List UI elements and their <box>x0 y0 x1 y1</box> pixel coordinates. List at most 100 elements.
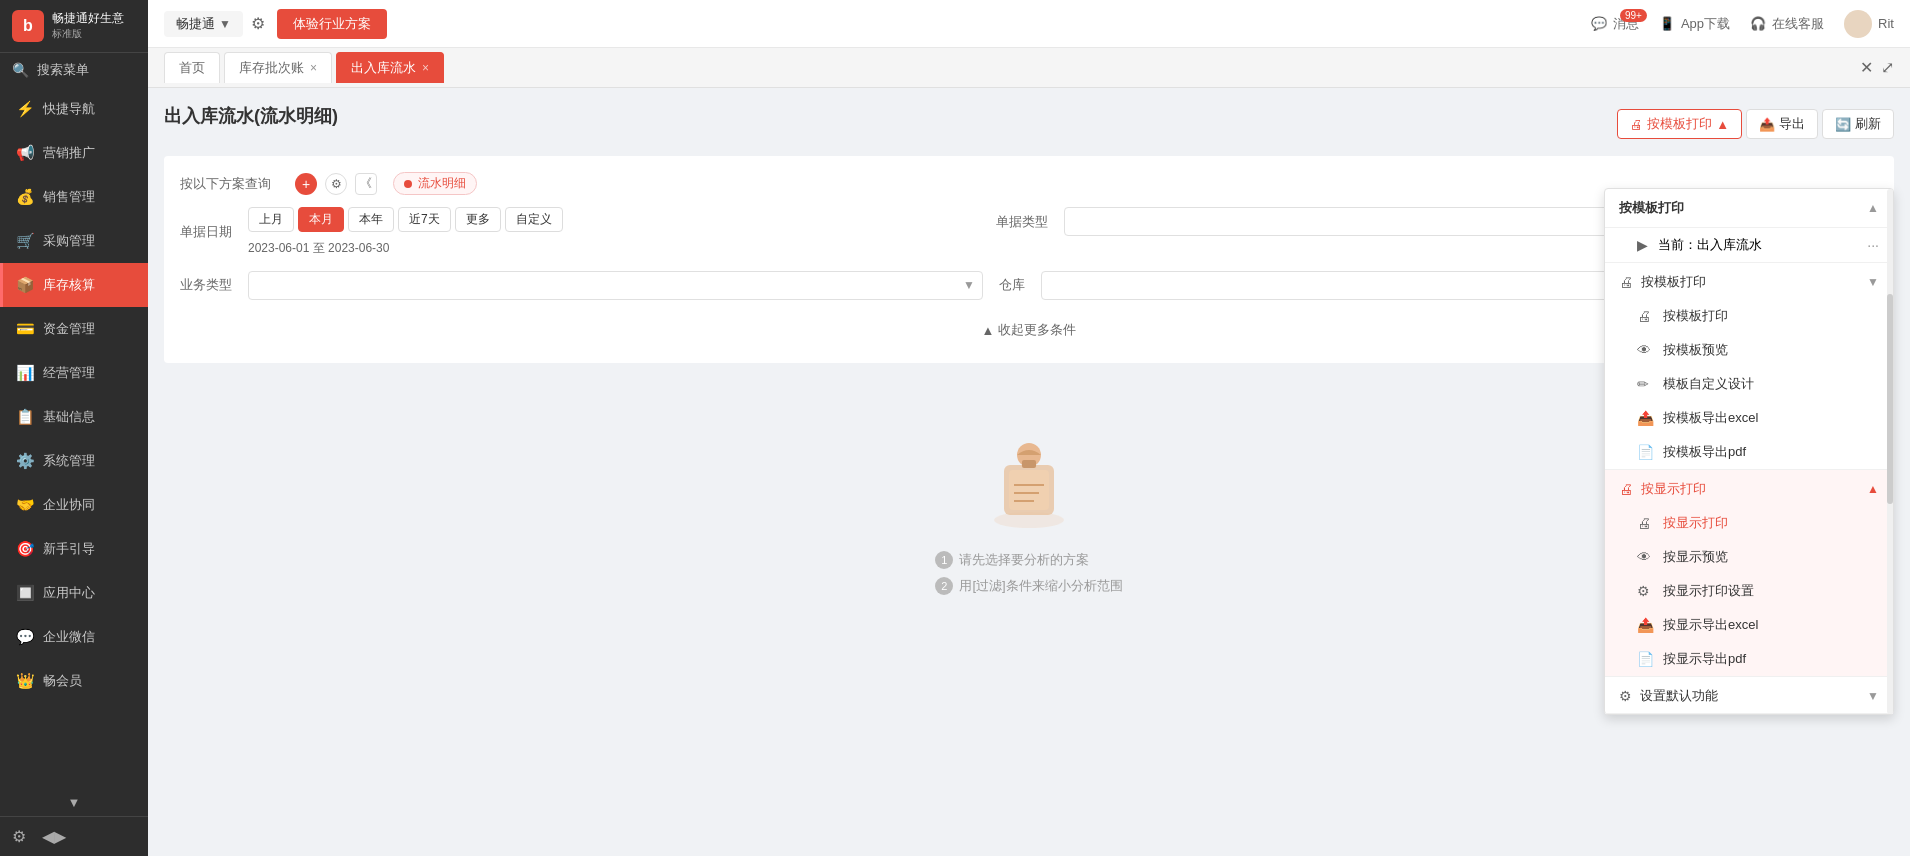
display-preview-item[interactable]: 👁 按显示预览 <box>1605 540 1893 574</box>
tab-batch-account-close[interactable]: × <box>310 61 317 75</box>
online-service-button[interactable]: 🎧 在线客服 <box>1750 15 1824 33</box>
doc-type-label: 单据类型 <box>996 213 1048 231</box>
template-section-header: 🖨 按模板打印 ▼ <box>1605 263 1893 299</box>
template-preview-item[interactable]: 👁 按模板预览 <box>1605 333 1893 367</box>
display-preview-label: 按显示预览 <box>1663 548 1728 566</box>
dropdown-arrow-up[interactable]: ▲ <box>1867 201 1879 215</box>
guide-label: 新手引导 <box>43 540 95 558</box>
sales-icon: 💰 <box>15 187 35 207</box>
tip-circle-2: 2 <box>935 577 953 595</box>
template-section-arrow[interactable]: ▼ <box>1867 275 1879 289</box>
date-this-year[interactable]: 本年 <box>348 207 394 232</box>
display-pdf-icon: 📄 <box>1637 651 1653 667</box>
template-print-label: 按模板打印 <box>1647 115 1712 133</box>
template-print-button[interactable]: 🖨 按模板打印 ▲ <box>1617 109 1742 139</box>
inventory-icon: 📦 <box>15 275 35 295</box>
sidebar-item-marketing[interactable]: 📢 营销推广 <box>0 131 148 175</box>
tab-flow-label: 出入库流水 <box>351 59 416 77</box>
topbar: 畅捷通 ▼ ⚙ 体验行业方案 💬 消息 99+ 📱 App下载 🎧 在线客服 <box>148 0 1910 48</box>
messages-button[interactable]: 💬 消息 99+ <box>1591 15 1639 33</box>
sidebar-bottom: ⚙ ◀▶ <box>0 816 148 856</box>
tip-1-text: 请先选择要分析的方案 <box>959 551 1089 569</box>
display-section-arrow[interactable]: ▲ <box>1867 482 1879 496</box>
filter-collapse-button[interactable]: 《 <box>355 173 377 195</box>
search-menu[interactable]: 🔍 搜索菜单 <box>0 53 148 87</box>
set-default-arrow[interactable]: ▼ <box>1867 689 1879 703</box>
date-more[interactable]: 更多 <box>455 207 501 232</box>
guide-icon: 🎯 <box>15 539 35 559</box>
app-download-button[interactable]: 📱 App下载 <box>1659 15 1730 33</box>
svg-rect-4 <box>1022 460 1036 468</box>
business-type-wrapper: ▼ <box>248 271 983 300</box>
sidebar-item-enterprise[interactable]: 🤝 企业协同 <box>0 483 148 527</box>
collapse-icon[interactable]: ◀▶ <box>42 827 66 846</box>
template-custom-item[interactable]: ✏ 模板自定义设计 <box>1605 367 1893 401</box>
export-label: 导出 <box>1779 115 1805 133</box>
sidebar-item-finance[interactable]: 💳 资金管理 <box>0 307 148 351</box>
sidebar-item-sales[interactable]: 💰 销售管理 <box>0 175 148 219</box>
current-inner: ▶ 当前：出入库流水 <box>1637 236 1762 254</box>
date-custom[interactable]: 自定义 <box>505 207 563 232</box>
display-print-item[interactable]: 🖨 按显示打印 <box>1605 506 1893 540</box>
dropdown-title: 按模板打印 <box>1619 199 1684 217</box>
close-window-icon[interactable]: ✕ <box>1860 58 1873 77</box>
empty-tips: 1 请先选择要分析的方案 2 用[过滤]条件来缩小分析范围 <box>935 551 1122 603</box>
sidebar-item-quick-nav[interactable]: ⚡ 快捷导航 <box>0 87 148 131</box>
display-excel-item[interactable]: 📤 按显示导出excel <box>1605 608 1893 642</box>
tab-flow[interactable]: 出入库流水 × <box>336 52 444 83</box>
logo-text: 畅捷通好生意 标准版 <box>52 11 124 41</box>
dropdown-panel: 按模板打印 ▲ ▶ 当前：出入库流水 ··· <box>1604 188 1894 715</box>
sidebar-item-app-center[interactable]: 🔲 应用中心 <box>0 571 148 615</box>
sidebar-item-guide[interactable]: 🎯 新手引导 <box>0 527 148 571</box>
date-last-month[interactable]: 上月 <box>248 207 294 232</box>
tabs-bar: 首页 库存批次账 × 出入库流水 × ✕ ⤢ <box>148 48 1910 88</box>
current-more-icon[interactable]: ··· <box>1867 237 1879 253</box>
sidebar-item-inventory[interactable]: 📦 库存核算 <box>0 263 148 307</box>
template-print-item[interactable]: 🖨 按模板打印 <box>1605 299 1893 333</box>
date-last-7[interactable]: 近7天 <box>398 207 451 232</box>
message-icon: 💬 <box>1591 16 1607 31</box>
display-print-icon: 🖨 <box>1637 515 1653 531</box>
template-excel-item[interactable]: 📤 按模板导出excel <box>1605 401 1893 435</box>
tab-home[interactable]: 首页 <box>164 52 220 83</box>
display-pdf-item[interactable]: 📄 按显示导出pdf <box>1605 642 1893 676</box>
set-default-icon: ⚙ <box>1619 688 1632 704</box>
tab-batch-account[interactable]: 库存批次账 × <box>224 52 332 83</box>
sidebar-item-system[interactable]: ⚙️ 系统管理 <box>0 439 148 483</box>
sidebar-scroll-down[interactable]: ▼ <box>0 789 148 816</box>
sidebar-item-basics[interactable]: 📋 基础信息 <box>0 395 148 439</box>
filter-add-button[interactable]: + <box>295 173 317 195</box>
display-settings-item[interactable]: ⚙ 按显示打印设置 <box>1605 574 1893 608</box>
template-pdf-item[interactable]: 📄 按模板导出pdf <box>1605 435 1893 469</box>
sidebar-item-purchase[interactable]: 🛒 采购管理 <box>0 219 148 263</box>
export-button[interactable]: 📤 导出 <box>1746 109 1818 139</box>
filter-tag: 流水明细 <box>393 172 477 195</box>
user-avatar-button[interactable]: Rit <box>1844 10 1894 38</box>
topbar-right: 💬 消息 99+ 📱 App下载 🎧 在线客服 Rit <box>1591 10 1894 38</box>
chevron-up-icon: ▲ <box>982 323 995 338</box>
tab-flow-close[interactable]: × <box>422 61 429 75</box>
membership-label: 畅会员 <box>43 672 82 690</box>
filter-settings-button[interactable]: ⚙ <box>325 173 347 195</box>
tip-2-text: 用[过滤]条件来缩小分析范围 <box>959 577 1122 595</box>
template-print-icon: 🖨 <box>1637 308 1653 324</box>
sidebar-item-operations[interactable]: 📊 经营管理 <box>0 351 148 395</box>
business-type-select[interactable] <box>248 271 983 300</box>
sidebar-nav: ⚡ 快捷导航 📢 营销推广 💰 销售管理 🛒 采购管理 📦 库存核算 💳 <box>0 87 148 789</box>
maximize-window-icon[interactable]: ⤢ <box>1881 58 1894 77</box>
topbar-dropdown-icon[interactable]: ▼ <box>219 17 231 31</box>
tab-home-label: 首页 <box>179 59 205 77</box>
refresh-button[interactable]: 🔄 刷新 <box>1822 109 1894 139</box>
collapse-more-button[interactable]: ▲ 收起更多条件 <box>982 321 1077 339</box>
dropdown-current-section: ▶ 当前：出入库流水 ··· <box>1605 228 1893 263</box>
sidebar-item-wechat[interactable]: 💬 企业微信 <box>0 615 148 659</box>
sidebar: b 畅捷通好生意 标准版 🔍 搜索菜单 ⚡ 快捷导航 📢 营销推广 💰 销售 <box>0 0 148 856</box>
topbar-gear-icon[interactable]: ⚙ <box>251 14 265 33</box>
display-section-icon: 🖨 <box>1619 481 1633 497</box>
main-area: 畅捷通 ▼ ⚙ 体验行业方案 💬 消息 99+ 📱 App下载 🎧 在线客服 <box>148 0 1910 856</box>
trial-button[interactable]: 体验行业方案 <box>277 9 387 39</box>
basics-icon: 📋 <box>15 407 35 427</box>
settings-icon[interactable]: ⚙ <box>12 827 26 846</box>
date-this-month[interactable]: 本月 <box>298 207 344 232</box>
sidebar-item-membership[interactable]: 👑 畅会员 <box>0 659 148 703</box>
